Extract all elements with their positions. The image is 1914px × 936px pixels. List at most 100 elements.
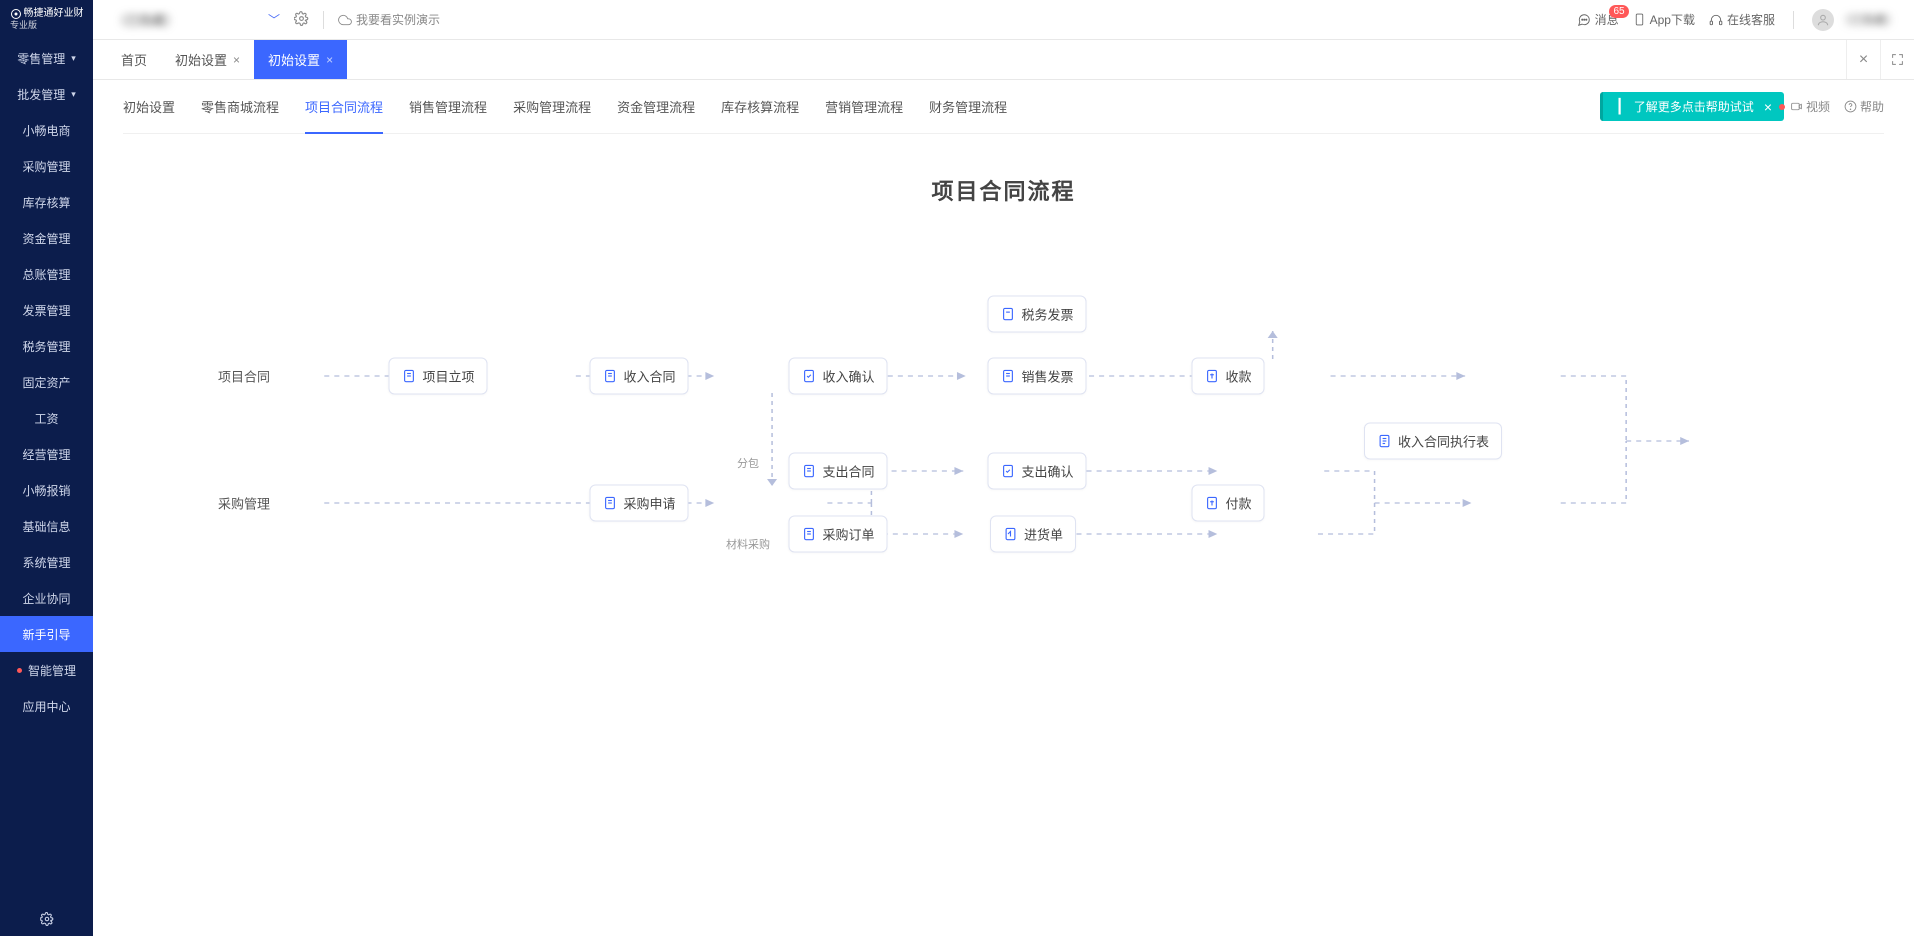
sidebar-item-label: 新手引导 <box>22 626 70 643</box>
org-name[interactable]: （已隐藏） <box>113 10 178 29</box>
help-hint-bar[interactable]: ┃ 了解更多点击帮助试试 × <box>1600 92 1784 121</box>
tab-label: 初始设置 <box>268 50 320 69</box>
subtab-8[interactable]: 财务管理流程 <box>929 91 1007 122</box>
sidebar-item-2[interactable]: 小畅电商 <box>0 112 93 148</box>
subtab-7[interactable]: 营销管理流程 <box>825 91 903 122</box>
notify-dot-icon <box>17 668 22 673</box>
sidebar-item-17[interactable]: 智能管理 <box>0 652 93 688</box>
sidebar-item-11[interactable]: 经营管理 <box>0 436 93 472</box>
messages-button[interactable]: 消息 65 <box>1577 11 1619 28</box>
demo-link-label: 我要看实例演示 <box>356 11 440 28</box>
sidebar-settings-icon[interactable] <box>0 902 93 936</box>
sidebar-item-3[interactable]: 采购管理 <box>0 148 93 184</box>
subtab-4[interactable]: 采购管理流程 <box>513 91 591 122</box>
flow-row-label-project: 项目合同 <box>218 367 270 386</box>
tab-1[interactable]: 初始设置× <box>161 40 254 79</box>
product-edition: 专业版 <box>10 20 37 31</box>
sidebar-item-label: 智能管理 <box>28 662 76 679</box>
subtab-5[interactable]: 资金管理流程 <box>617 91 695 122</box>
node-label: 支出确认 <box>1021 462 1073 481</box>
user-name: （已隐藏） <box>1838 11 1898 28</box>
mobile-icon <box>1633 13 1646 26</box>
node-expense-contract[interactable]: 支出合同 <box>788 453 887 490</box>
close-hint-icon[interactable]: × <box>1764 99 1772 115</box>
sidebar-item-12[interactable]: 小畅报销 <box>0 472 93 508</box>
node-label: 进货单 <box>1024 525 1063 544</box>
help-link[interactable]: 帮助 <box>1844 98 1884 115</box>
node-project-init[interactable]: 项目立项 <box>388 358 487 395</box>
document-icon <box>1003 527 1018 542</box>
document-icon <box>602 496 617 511</box>
sidebar-item-7[interactable]: 发票管理 <box>0 292 93 328</box>
topbar: 畅捷通好业财 专业版 （已隐藏） ﹀ 我要看实例演示 消息 65 App下载 在… <box>0 0 1914 40</box>
sidebar-item-13[interactable]: 基础信息 <box>0 508 93 544</box>
divider <box>323 11 324 29</box>
node-tax-invoice[interactable]: 税务发票 <box>987 296 1086 333</box>
tab-0[interactable]: 首页 <box>107 40 161 79</box>
sidebar: 零售管理▾批发管理▾ 小畅电商采购管理库存核算资金管理总账管理发票管理税务管理固定… <box>0 40 93 936</box>
headset-icon <box>1709 13 1723 27</box>
sidebar-item-9[interactable]: 固定资产 <box>0 364 93 400</box>
document-icon <box>1000 307 1015 322</box>
flow-title: 项目合同流程 <box>123 174 1884 206</box>
subtab-0[interactable]: 初始设置 <box>123 91 175 122</box>
cloud-icon <box>338 13 352 27</box>
node-purchase-order[interactable]: 采购订单 <box>788 516 887 553</box>
sidebar-item-18[interactable]: 应用中心 <box>0 688 93 724</box>
sidebar-item-8[interactable]: 税务管理 <box>0 328 93 364</box>
node-goods-receipt[interactable]: 进货单 <box>990 516 1076 553</box>
edge-label-material: 材料采购 <box>724 536 772 552</box>
subtab-6[interactable]: 库存核算流程 <box>721 91 799 122</box>
sidebar-item-label: 零售管理 <box>17 50 65 67</box>
node-sales-invoice[interactable]: 销售发票 <box>987 358 1086 395</box>
sidebar-item-1[interactable]: 批发管理▾ <box>0 76 93 112</box>
document-icon <box>1377 434 1392 449</box>
document-icon <box>1000 369 1015 384</box>
sidebar-item-14[interactable]: 系统管理 <box>0 544 93 580</box>
app-download-button[interactable]: App下载 <box>1633 11 1695 28</box>
sidebar-item-5[interactable]: 资金管理 <box>0 220 93 256</box>
online-service-button[interactable]: 在线客服 <box>1709 11 1775 28</box>
sidebar-item-label: 小畅电商 <box>22 122 70 139</box>
sidebar-item-4[interactable]: 库存核算 <box>0 184 93 220</box>
node-label: 收入合同 <box>623 367 675 386</box>
subtab-2[interactable]: 项目合同流程 <box>305 91 383 122</box>
node-purchase-req[interactable]: 采购申请 <box>589 485 688 522</box>
message-icon <box>1577 13 1591 27</box>
close-all-tabs-button[interactable]: × <box>1846 40 1880 79</box>
product-name: 畅捷通好业财 <box>24 8 84 20</box>
sidebar-item-10[interactable]: 工资 <box>0 400 93 436</box>
sidebar-item-label: 企业协同 <box>22 590 70 607</box>
online-service-label: 在线客服 <box>1727 11 1775 28</box>
tab-label: 首页 <box>121 50 147 69</box>
divider <box>1793 11 1794 29</box>
video-link-label: 视频 <box>1806 98 1830 115</box>
node-payment[interactable]: 付款 <box>1191 485 1264 522</box>
video-link[interactable]: 视频 <box>1779 98 1830 115</box>
sidebar-item-0[interactable]: 零售管理▾ <box>0 40 93 76</box>
node-label: 采购订单 <box>822 525 874 544</box>
node-income-exec[interactable]: 收入合同执行表 <box>1364 423 1502 460</box>
subtab-3[interactable]: 销售管理流程 <box>409 91 487 122</box>
org-selector-caret-icon[interactable]: ﹀ <box>268 11 280 28</box>
tab-2[interactable]: 初始设置 × <box>254 40 347 79</box>
node-expense-confirm[interactable]: 支出确认 <box>987 453 1086 490</box>
sidebar-item-label: 采购管理 <box>22 158 70 175</box>
subtab-1[interactable]: 零售商城流程 <box>201 91 279 122</box>
fullscreen-icon[interactable] <box>1880 40 1914 79</box>
sidebar-item-label: 经营管理 <box>22 446 70 463</box>
sidebar-item-15[interactable]: 企业协同 <box>0 580 93 616</box>
node-income-contract[interactable]: 收入合同 <box>589 358 688 395</box>
document-icon <box>1000 464 1015 479</box>
node-income-confirm[interactable]: 收入确认 <box>788 358 887 395</box>
demo-link[interactable]: 我要看实例演示 <box>338 11 440 28</box>
sidebar-item-16[interactable]: 新手引导 <box>0 616 93 652</box>
app-download-label: App下载 <box>1650 11 1695 28</box>
settings-icon[interactable] <box>294 11 309 29</box>
close-tab-icon[interactable]: × <box>233 53 240 67</box>
sidebar-item-6[interactable]: 总账管理 <box>0 256 93 292</box>
close-tab-icon[interactable]: × <box>326 53 333 67</box>
help-icon <box>1844 100 1857 113</box>
node-receipt[interactable]: 收款 <box>1191 358 1264 395</box>
user-menu[interactable]: （已隐藏） <box>1812 9 1898 31</box>
